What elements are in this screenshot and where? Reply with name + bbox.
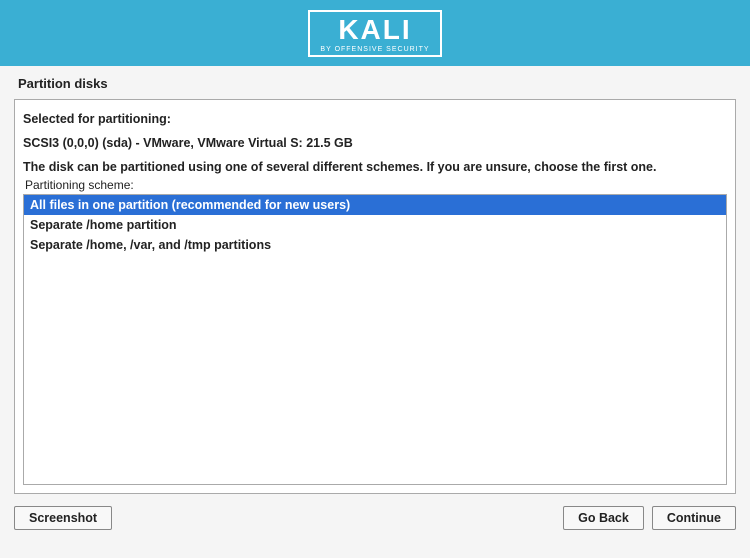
instruction-text: The disk can be partitioned using one of… <box>23 160 727 174</box>
partitioning-scheme-list[interactable]: All files in one partition (recommended … <box>23 194 727 485</box>
option-separate-home[interactable]: Separate /home partition <box>24 215 726 235</box>
page-title: Partition disks <box>0 66 750 99</box>
screenshot-button[interactable]: Screenshot <box>14 506 112 530</box>
logo-text: KALI <box>320 16 429 44</box>
go-back-button[interactable]: Go Back <box>563 506 644 530</box>
option-all-files-one-partition[interactable]: All files in one partition (recommended … <box>24 195 726 215</box>
kali-logo: KALI BY OFFENSIVE SECURITY <box>308 10 441 57</box>
disk-info: SCSI3 (0,0,0) (sda) - VMware, VMware Vir… <box>23 136 727 150</box>
footer-bar: Screenshot Go Back Continue <box>0 494 750 542</box>
option-separate-home-var-tmp[interactable]: Separate /home, /var, and /tmp partition… <box>24 235 726 255</box>
header-banner: KALI BY OFFENSIVE SECURITY <box>0 0 750 66</box>
continue-button[interactable]: Continue <box>652 506 736 530</box>
content-panel: Selected for partitioning: SCSI3 (0,0,0)… <box>14 99 736 494</box>
logo-tagline: BY OFFENSIVE SECURITY <box>320 46 429 53</box>
partitioning-scheme-label: Partitioning scheme: <box>23 178 727 192</box>
selected-for-partitioning-label: Selected for partitioning: <box>23 112 727 126</box>
